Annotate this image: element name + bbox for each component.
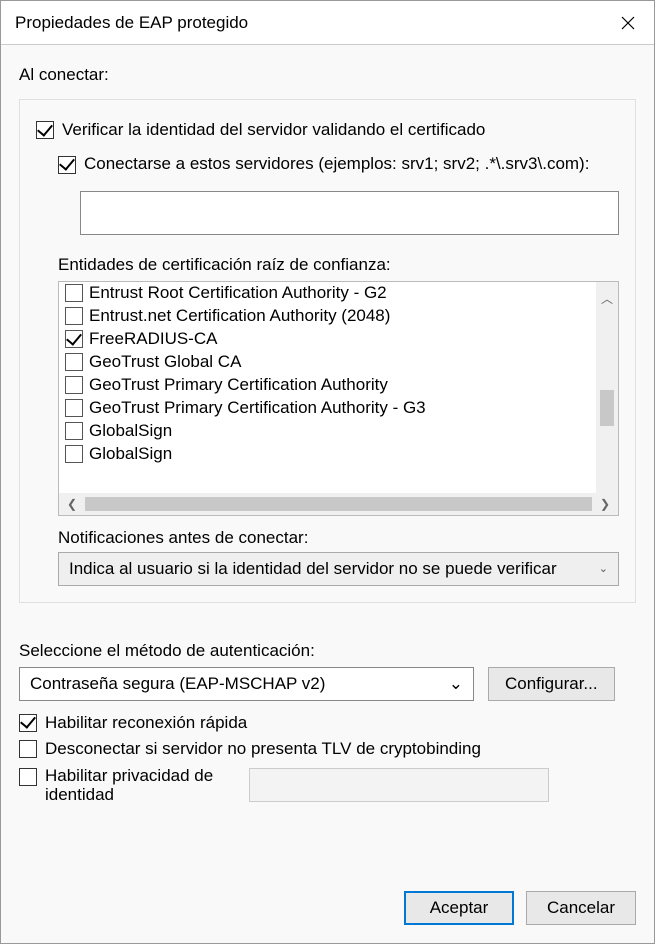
connect-servers-label[interactable]: Conectarse a estos servidores (ejemplos:… — [84, 154, 589, 174]
auth-method-dropdown[interactable]: Contraseña segura (EAP-MSCHAP v2) ⌄ — [19, 667, 474, 701]
vertical-scroll-thumb[interactable] — [600, 390, 614, 426]
scroll-left-icon: ❮ — [67, 497, 77, 511]
connect-servers-checkbox[interactable] — [58, 156, 76, 174]
connect-heading: Al conectar: — [19, 65, 636, 85]
ca-item-checkbox[interactable] — [65, 399, 83, 417]
server-names-input[interactable] — [80, 191, 619, 235]
dialog-actions: Aceptar Cancelar — [1, 877, 654, 943]
ca-item-checkbox[interactable] — [65, 445, 83, 463]
ca-item[interactable]: Entrust.net Certification Authority (204… — [59, 305, 596, 328]
ok-button[interactable]: Aceptar — [404, 891, 514, 925]
ca-item[interactable]: GeoTrust Primary Certification Authority — [59, 374, 596, 397]
scroll-up-icon: ︿ — [601, 290, 613, 307]
fast-reconnect-row: Habilitar reconexión rápida — [19, 713, 636, 733]
ca-item[interactable]: GlobalSign — [59, 420, 596, 443]
ca-item[interactable]: GeoTrust Primary Certification Authority… — [59, 397, 596, 420]
verify-certificate-row: Verificar la identidad del servidor vali… — [36, 120, 619, 140]
ca-item-checkbox[interactable] — [65, 307, 83, 325]
ca-item-checkbox[interactable] — [65, 422, 83, 440]
identity-privacy-label[interactable]: Habilitar privacidad de identidad — [45, 766, 239, 805]
connect-subgroup: Conectarse a estos servidores (ejemplos:… — [58, 154, 619, 585]
ca-item-label: GeoTrust Global CA — [89, 352, 241, 372]
verify-certificate-label[interactable]: Verificar la identidad del servidor vali… — [62, 120, 485, 140]
auth-heading: Seleccione el método de autenticación: — [19, 641, 636, 661]
ca-item-checkbox[interactable] — [65, 353, 83, 371]
configure-button[interactable]: Configurar... — [488, 667, 615, 701]
title-bar: Propiedades de EAP protegido — [1, 1, 654, 45]
horizontal-scroll-thumb[interactable] — [85, 497, 592, 511]
ca-item[interactable]: GeoTrust Global CA — [59, 351, 596, 374]
horizontal-scrollbar[interactable]: ❮ ❯ — [59, 493, 618, 515]
ca-item-checkbox[interactable] — [65, 284, 83, 302]
connect-servers-row: Conectarse a estos servidores (ejemplos:… — [58, 154, 619, 174]
notifications-selected: Indica al usuario si la identidad del se… — [69, 559, 557, 579]
scroll-right-icon: ❯ — [600, 497, 610, 511]
client-area: Al conectar: Verificar la identidad del … — [1, 45, 654, 877]
ca-item[interactable]: FreeRADIUS-CA — [59, 328, 596, 351]
chevron-down-icon: ⌄ — [599, 562, 608, 575]
disconnect-tlv-row: Desconectar si servidor no presenta TLV … — [19, 739, 636, 759]
identity-input — [249, 768, 549, 802]
ca-item-label: GeoTrust Primary Certification Authority… — [89, 398, 426, 418]
ca-item-label: GlobalSign — [89, 444, 172, 464]
connect-group: Verificar la identidad del servidor vali… — [19, 99, 636, 603]
ca-item-checkbox[interactable] — [65, 376, 83, 394]
ca-item-label: GlobalSign — [89, 421, 172, 441]
ca-item-label: GeoTrust Primary Certification Authority — [89, 375, 388, 395]
ca-item-label: FreeRADIUS-CA — [89, 329, 217, 349]
ca-item[interactable]: GlobalSign — [59, 443, 596, 466]
trusted-ca-label: Entidades de certificación raíz de confi… — [58, 255, 619, 275]
notifications-dropdown[interactable]: Indica al usuario si la identidad del se… — [58, 552, 619, 586]
ca-item-label: Entrust Root Certification Authority - G… — [89, 283, 387, 303]
notifications-label: Notificaciones antes de conectar: — [58, 528, 619, 548]
auth-section: Seleccione el método de autenticación: C… — [19, 637, 636, 805]
ca-item-label: Entrust.net Certification Authority (204… — [89, 306, 390, 326]
trusted-ca-listbox[interactable]: Entrust Root Certification Authority - G… — [58, 281, 619, 516]
identity-privacy-checkbox[interactable] — [19, 768, 37, 786]
auth-method-selected: Contraseña segura (EAP-MSCHAP v2) — [30, 674, 325, 694]
verify-certificate-checkbox[interactable] — [36, 121, 54, 139]
trusted-ca-items: Entrust Root Certification Authority - G… — [59, 282, 596, 493]
vertical-scrollbar[interactable]: ︿ — [596, 282, 618, 493]
identity-privacy-row: Habilitar privacidad de identidad — [19, 766, 636, 805]
chevron-down-icon: ⌄ — [449, 674, 463, 694]
fast-reconnect-checkbox[interactable] — [19, 714, 37, 732]
disconnect-tlv-label[interactable]: Desconectar si servidor no presenta TLV … — [45, 739, 481, 759]
ca-item[interactable]: Entrust Root Certification Authority - G… — [59, 282, 596, 305]
close-icon — [621, 16, 635, 30]
window-title: Propiedades de EAP protegido — [15, 13, 248, 33]
cancel-button[interactable]: Cancelar — [526, 891, 636, 925]
disconnect-tlv-checkbox[interactable] — [19, 740, 37, 758]
ca-item-checkbox[interactable] — [65, 330, 83, 348]
fast-reconnect-label[interactable]: Habilitar reconexión rápida — [45, 713, 247, 733]
close-button[interactable] — [602, 1, 654, 45]
